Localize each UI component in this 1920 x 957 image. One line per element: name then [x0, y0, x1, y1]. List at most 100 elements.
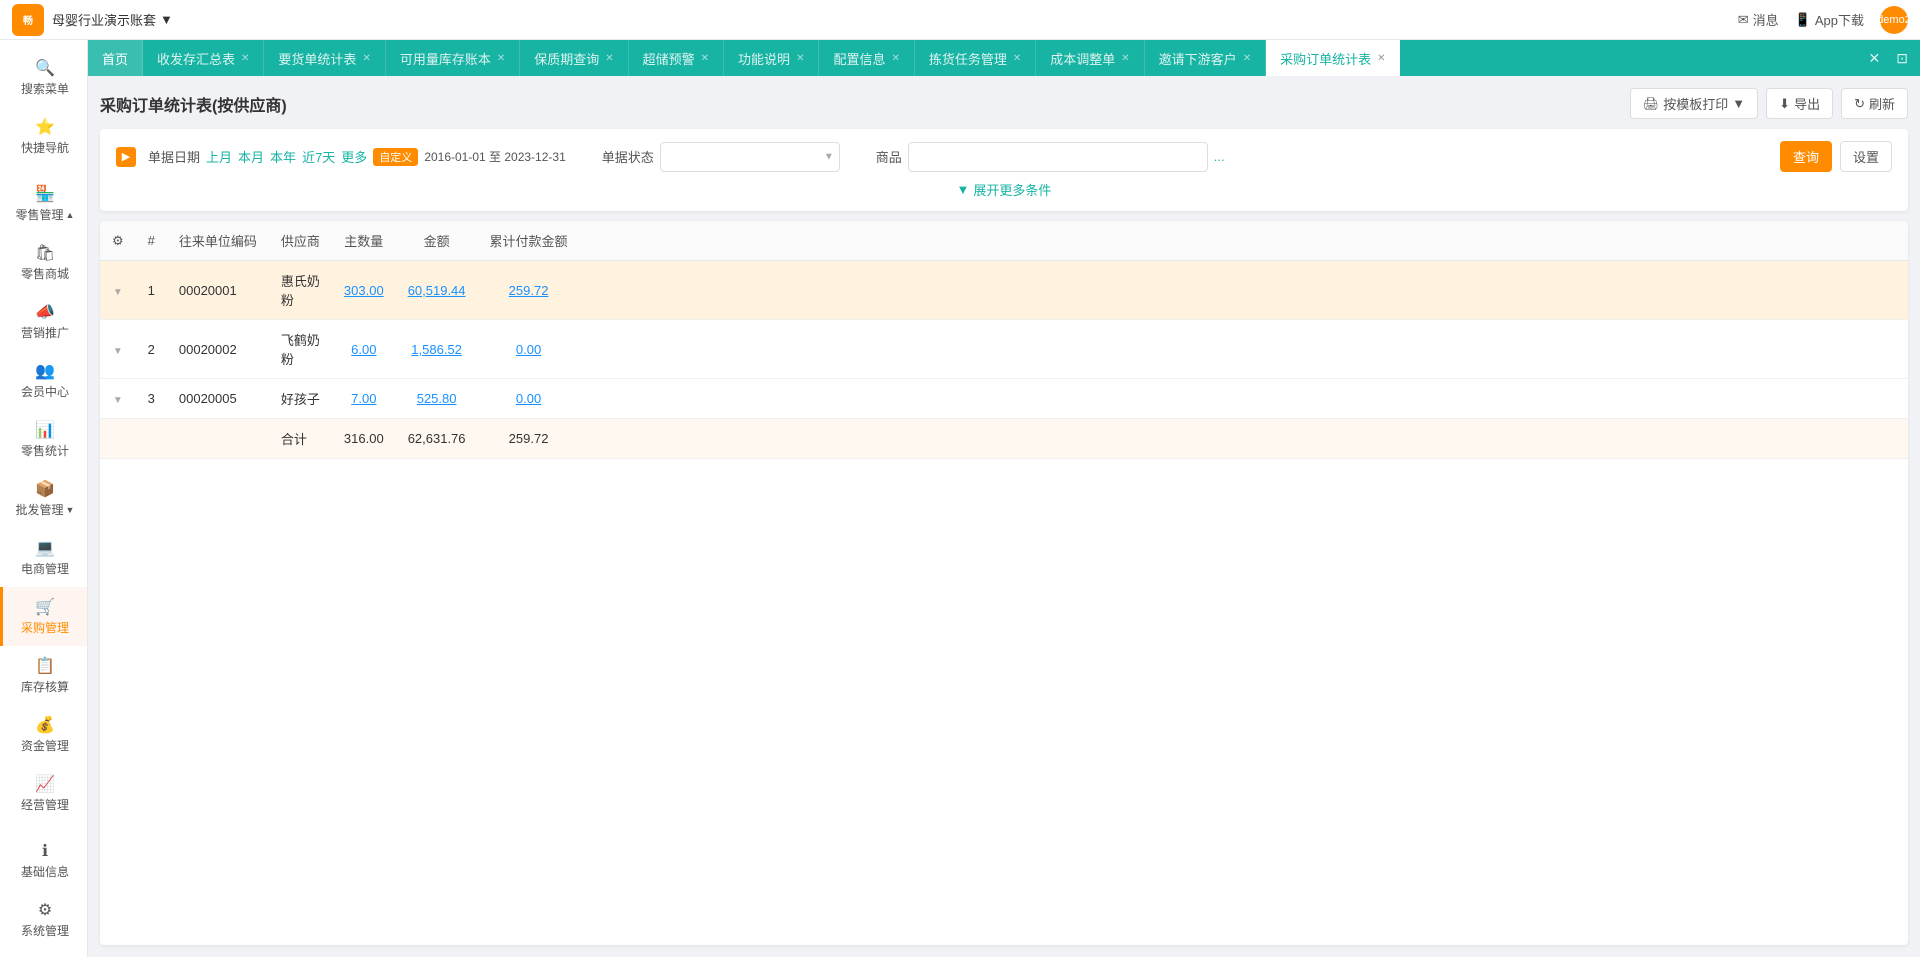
row-supplier-name: 惠氏奶粉 — [269, 261, 332, 320]
tab-function-desc[interactable]: 功能说明 ✕ — [724, 40, 819, 76]
footer-extra-cell — [580, 419, 1908, 459]
workspace-label: 母婴行业演示账套 — [52, 10, 156, 29]
th-amount: 金额 — [396, 221, 478, 261]
th-settings[interactable]: ⚙ — [100, 221, 136, 261]
tab-available-stock[interactable]: 可用量库存账本 ✕ — [386, 40, 520, 76]
row-arrow[interactable]: ▼ — [100, 320, 136, 379]
tab-close-config-info[interactable]: ✕ — [891, 53, 899, 64]
date-shortcut-last-month[interactable]: 上月 — [206, 147, 232, 166]
tab-close-invite-downstream[interactable]: ✕ — [1243, 53, 1251, 64]
tab-close-cost-adjust[interactable]: ✕ — [1121, 53, 1129, 64]
sidebar-item-search[interactable]: 🔍 搜索菜单 — [0, 48, 87, 107]
date-custom-badge[interactable]: 自定义 — [373, 148, 418, 166]
sidebar-item-retail[interactable]: 🏪 零售管理 ▲ — [0, 174, 87, 233]
row-quantity[interactable]: 7.00 — [332, 379, 396, 419]
tab-close-expiry-query[interactable]: ✕ — [605, 53, 613, 64]
sidebar-item-member[interactable]: 👥 会员中心 — [0, 351, 87, 410]
table-row: ▼ 2 00020002 飞鹤奶粉 6.00 1,586.52 0.00 — [100, 320, 1908, 379]
tab-close-pick-task[interactable]: ✕ — [1013, 53, 1021, 64]
sidebar-item-enterprise[interactable]: 🤝 企业协同 — [0, 949, 87, 957]
goods-input[interactable] — [908, 142, 1208, 172]
row-index: 1 — [136, 261, 167, 320]
filter-toggle-button[interactable]: ▶ — [116, 147, 136, 167]
export-button[interactable]: ⬇ 导出 — [1766, 88, 1833, 119]
row-amount[interactable]: 525.80 — [396, 379, 478, 419]
tab-purchase-order-stats[interactable]: 采购订单统计表 ✕ — [1266, 40, 1400, 76]
row-arrow[interactable]: ▼ — [100, 261, 136, 320]
row-paid-amount[interactable]: 0.00 — [478, 320, 580, 379]
query-button[interactable]: 查询 — [1780, 141, 1832, 172]
message-link[interactable]: ✉ 消息 — [1738, 10, 1779, 29]
date-shortcut-7days[interactable]: 近7天 — [302, 147, 335, 166]
sidebar-item-marketing[interactable]: 📣 营销推广 — [0, 292, 87, 351]
refresh-button[interactable]: ↻ 刷新 — [1841, 88, 1908, 119]
tab-order-stats[interactable]: 要货单统计表 ✕ — [264, 40, 385, 76]
date-shortcut-this-year[interactable]: 本年 — [270, 147, 296, 166]
operation-icon: 📈 — [35, 774, 55, 794]
settings-button[interactable]: 设置 — [1840, 141, 1892, 172]
row-arrow[interactable]: ▼ — [100, 379, 136, 419]
footer-label: 合计 — [269, 419, 332, 459]
tab-close-function-desc[interactable]: ✕ — [796, 53, 804, 64]
tab-cost-adjust[interactable]: 成本调整单 ✕ — [1036, 40, 1144, 76]
tab-close-available-stock[interactable]: ✕ — [497, 53, 505, 64]
sidebar-item-operation[interactable]: 📈 经营管理 — [0, 764, 87, 823]
footer-settings-cell — [100, 419, 136, 459]
sidebar-item-quick-nav[interactable]: ⭐ 快捷导航 — [0, 107, 87, 166]
user-info[interactable]: demo2 — [1880, 6, 1908, 34]
print-template-button[interactable]: 🖨 按模板打印 ▼ — [1630, 88, 1758, 119]
marketing-icon: 📣 — [35, 302, 55, 322]
row-extra — [580, 379, 1908, 419]
tab-close-overstock-alert[interactable]: ✕ — [701, 53, 709, 64]
sidebar-item-ecommerce[interactable]: 💻 电商管理 — [0, 528, 87, 587]
row-quantity[interactable]: 303.00 — [332, 261, 396, 320]
star-icon: ⭐ — [35, 117, 55, 137]
th-extra — [580, 221, 1908, 261]
row-amount[interactable]: 60,519.44 — [396, 261, 478, 320]
row-amount[interactable]: 1,586.52 — [396, 320, 478, 379]
stats-icon: 📊 — [35, 420, 55, 440]
tab-pick-task[interactable]: 拣货任务管理 ✕ — [915, 40, 1036, 76]
sidebar-item-purchase[interactable]: 🛒 采购管理 — [0, 587, 87, 646]
footer-index-cell — [136, 419, 167, 459]
row-paid-amount[interactable]: 259.72 — [478, 261, 580, 320]
tab-maximize-button[interactable]: ⊡ — [1892, 46, 1912, 71]
tab-config-info[interactable]: 配置信息 ✕ — [819, 40, 914, 76]
sidebar: 🔍 搜索菜单 ⭐ 快捷导航 🏪 零售管理 ▲ 🛍 零售商城 📣 营销推广 👥 会… — [0, 40, 88, 957]
tab-invite-downstream[interactable]: 邀请下游客户 ✕ — [1145, 40, 1266, 76]
tab-close-all-button[interactable]: ✕ — [1865, 46, 1885, 71]
tab-close-purchase-order-stats[interactable]: ✕ — [1377, 53, 1385, 64]
tab-receive-summary[interactable]: 收发存汇总表 ✕ — [143, 40, 264, 76]
filter-row-1: ▶ 单据日期 上月 本月 本年 近7天 更多 自定义 2016-01-01 至 … — [116, 141, 1892, 172]
expand-icon: ▼ — [957, 182, 970, 197]
expand-more-button[interactable]: ▼ 展开更多条件 — [957, 180, 1052, 199]
sidebar-item-wholesale[interactable]: 📦 批发管理 ▼ — [0, 469, 87, 528]
sidebar-item-inventory[interactable]: 📋 库存核算 — [0, 646, 87, 705]
sidebar-item-system[interactable]: ⚙ 系统管理 — [0, 890, 87, 949]
goods-more-button[interactable]: ... — [1214, 149, 1225, 164]
th-paid-amount: 累计付款金额 — [478, 221, 580, 261]
basic-icon: ℹ — [42, 841, 48, 861]
sidebar-item-retail-store[interactable]: 🛍 零售商城 — [0, 233, 87, 292]
tab-expiry-query[interactable]: 保质期查询 ✕ — [520, 40, 628, 76]
tab-overstock-alert[interactable]: 超储预警 ✕ — [629, 40, 724, 76]
tab-close-receive-summary[interactable]: ✕ — [241, 53, 249, 64]
th-index: # — [136, 221, 167, 261]
workspace-selector[interactable]: 母婴行业演示账套 ▼ — [52, 10, 173, 29]
tab-home[interactable]: 首页 — [88, 40, 143, 76]
row-quantity[interactable]: 6.00 — [332, 320, 396, 379]
sidebar-item-retail-stats[interactable]: 📊 零售统计 — [0, 410, 87, 469]
row-paid-amount[interactable]: 0.00 — [478, 379, 580, 419]
status-select[interactable] — [660, 142, 840, 172]
tab-close-order-stats[interactable]: ✕ — [362, 53, 370, 64]
sidebar-item-finance[interactable]: 💰 资金管理 — [0, 705, 87, 764]
sidebar-item-basic[interactable]: ℹ 基础信息 — [0, 831, 87, 890]
date-shortcut-more[interactable]: 更多 — [341, 147, 367, 166]
date-shortcut-this-month[interactable]: 本月 — [238, 147, 264, 166]
th-supplier-code: 往来单位编码 — [167, 221, 269, 261]
member-icon: 👥 — [35, 361, 55, 381]
app-download-link[interactable]: 📱 App下载 — [1795, 10, 1864, 29]
filter-goods-item: 商品 ... — [876, 142, 1225, 172]
ecommerce-icon: 💻 — [35, 538, 55, 558]
footer-code-cell — [167, 419, 269, 459]
